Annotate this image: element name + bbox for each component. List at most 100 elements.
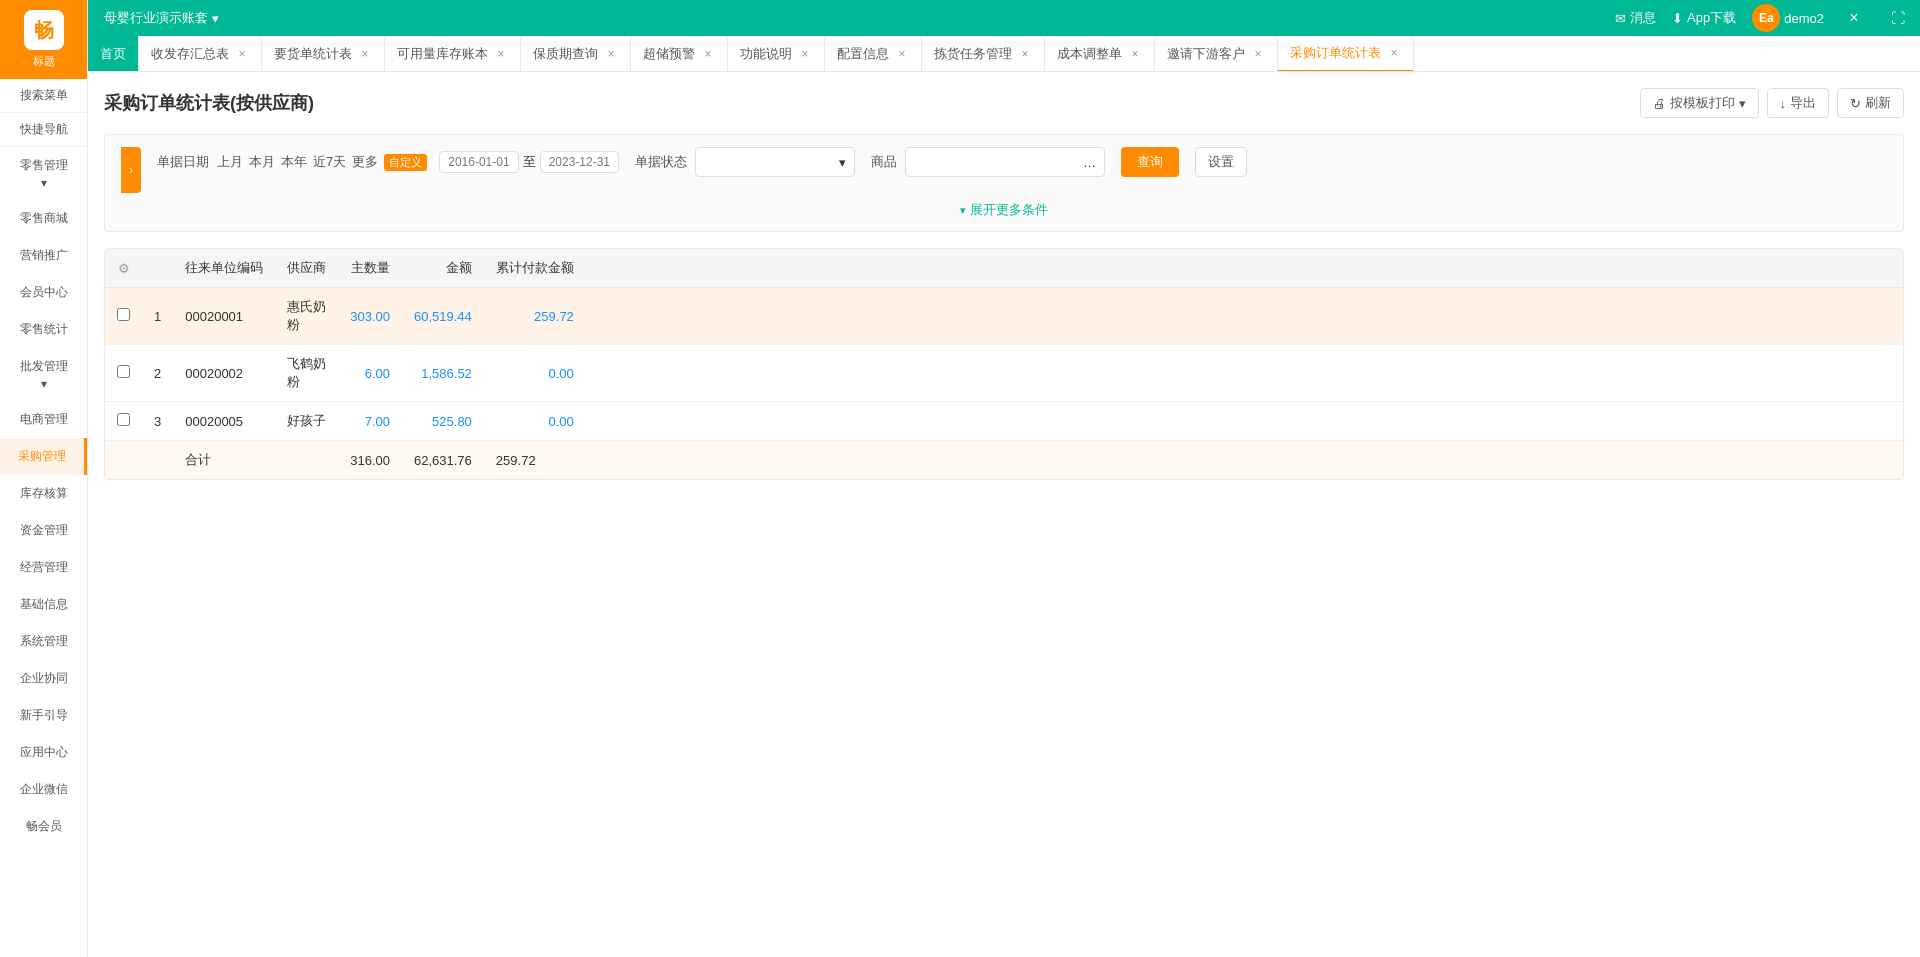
tab-close-icon[interactable]: ×	[494, 47, 508, 61]
sidebar-item-basic-info[interactable]: 基础信息	[0, 586, 87, 623]
row-empty	[586, 288, 1903, 345]
tab-close-icon[interactable]: ×	[895, 47, 909, 61]
row-paid-amount[interactable]: 0.00	[484, 402, 586, 441]
print-button[interactable]: 🖨 按模板打印 ▾	[1640, 88, 1759, 118]
sidebar-item-label: 畅会员	[26, 818, 62, 835]
refresh-icon: ↻	[1850, 96, 1861, 111]
row-supplier-name: 惠氏奶粉	[275, 288, 338, 345]
th-qty: 主数量	[338, 249, 402, 288]
gear-icon[interactable]: ⚙	[118, 261, 130, 276]
filter-area: › 单据日期 上月 本月 本年 近7天 更多	[104, 134, 1904, 232]
sidebar-item-app-center[interactable]: 应用中心	[0, 734, 87, 771]
sidebar-item-retail-stats[interactable]: 零售统计	[0, 311, 87, 348]
workspace-selector[interactable]: 母婴行业演示账套 ▾	[96, 5, 227, 31]
sidebar-item-enterprise-wechat[interactable]: 企业微信	[0, 771, 87, 808]
row-qty[interactable]: 303.00	[338, 288, 402, 345]
sidebar-item-system[interactable]: 系统管理	[0, 623, 87, 660]
expand-more-button[interactable]: ▾ 展开更多条件	[121, 201, 1887, 219]
quick-nav-item[interactable]: 快捷导航	[0, 113, 87, 147]
row-supplier-code: 00020005	[173, 402, 275, 441]
sidebar-item-purchase[interactable]: 采购管理	[0, 438, 87, 475]
date-from[interactable]: 2016-01-01	[439, 151, 518, 173]
more-icon: …	[1083, 155, 1096, 170]
tab-close-icon[interactable]: ×	[1128, 47, 1142, 61]
export-button[interactable]: ↓ 导出	[1767, 88, 1830, 118]
tab-invite-downstream[interactable]: 邀请下游客户 ×	[1155, 36, 1278, 72]
row-qty[interactable]: 6.00	[338, 345, 402, 402]
sidebar-item-member[interactable]: 会员中心	[0, 274, 87, 311]
shortcut-last-month[interactable]: 上月	[217, 153, 243, 171]
shortcut-last-7-days[interactable]: 近7天	[313, 153, 346, 171]
tab-close-icon[interactable]: ×	[358, 47, 372, 61]
refresh-button[interactable]: ↻ 刷新	[1837, 88, 1904, 118]
search-menu-item[interactable]: 搜索菜单	[0, 79, 87, 113]
row-qty[interactable]: 7.00	[338, 402, 402, 441]
sidebar-item-label: 零售管理	[20, 157, 68, 174]
tab-receive-summary[interactable]: 收发存汇总表 ×	[139, 36, 262, 72]
tab-close-icon[interactable]: ×	[701, 47, 715, 61]
tab-available-inventory[interactable]: 可用量库存账本 ×	[385, 36, 521, 72]
sidebar-item-enterprise[interactable]: 企业协同	[0, 660, 87, 697]
chevron-down-icon: ▾	[960, 204, 966, 217]
goods-input[interactable]: …	[905, 147, 1105, 177]
shortcut-this-year[interactable]: 本年	[281, 153, 307, 171]
tab-overstock-warning[interactable]: 超储预警 ×	[631, 36, 728, 72]
message-button[interactable]: ✉ 消息	[1615, 9, 1656, 27]
tab-close-icon[interactable]: ×	[1387, 46, 1401, 60]
sidebar-item-finance[interactable]: 资金管理	[0, 512, 87, 549]
tab-close-icon[interactable]: ×	[1018, 47, 1032, 61]
tab-picking-task[interactable]: 拣货任务管理 ×	[922, 36, 1045, 72]
sidebar-item-ecommerce[interactable]: 电商管理	[0, 401, 87, 438]
close-button[interactable]: ×	[1840, 4, 1868, 32]
sidebar-item-wholesale[interactable]: 批发管理 ▾	[0, 348, 87, 401]
date-label: 单据日期	[157, 153, 209, 171]
tab-label: 功能说明	[740, 45, 792, 63]
user-info[interactable]: Ea demo2	[1752, 4, 1824, 32]
sidebar-item-retail-store[interactable]: 零售商城	[0, 200, 87, 237]
tab-cost-adjust[interactable]: 成本调整单 ×	[1045, 36, 1155, 72]
tab-close-icon[interactable]: ×	[604, 47, 618, 61]
row-checkbox-input[interactable]	[117, 308, 130, 321]
shortcut-this-month[interactable]: 本月	[249, 153, 275, 171]
query-button[interactable]: 查询	[1121, 147, 1179, 177]
row-amount[interactable]: 525.80	[402, 402, 484, 441]
tab-close-icon[interactable]: ×	[1251, 47, 1265, 61]
sidebar-item-vip[interactable]: 畅会员	[0, 808, 87, 845]
row-supplier-code: 00020001	[173, 288, 275, 345]
sidebar-item-marketing[interactable]: 营销推广	[0, 237, 87, 274]
shortcut-more[interactable]: 更多	[352, 153, 378, 171]
sidebar-logo[interactable]: 畅 标题	[0, 0, 87, 79]
tab-close-icon[interactable]: ×	[235, 47, 249, 61]
footer-paid-amount: 259.72	[484, 441, 586, 480]
sidebar-item-operations[interactable]: 经营管理	[0, 549, 87, 586]
row-checkbox[interactable]	[105, 402, 142, 441]
sidebar-item-new-guide[interactable]: 新手引导	[0, 697, 87, 734]
tab-purchase-order-stats[interactable]: 采购订单统计表 ×	[1278, 36, 1414, 72]
tab-order-stats[interactable]: 要货单统计表 ×	[262, 36, 385, 72]
print-label: 按模板打印	[1670, 94, 1735, 112]
settings-button[interactable]: 设置	[1195, 147, 1247, 177]
th-gear[interactable]: ⚙	[105, 249, 142, 288]
row-amount[interactable]: 60,519.44	[402, 288, 484, 345]
tab-home[interactable]: 首页	[88, 36, 139, 72]
row-checkbox-input[interactable]	[117, 365, 130, 378]
tab-warranty-query[interactable]: 保质期查询 ×	[521, 36, 631, 72]
tab-close-icon[interactable]: ×	[798, 47, 812, 61]
sidebar-item-retail[interactable]: 零售管理 ▾	[0, 147, 87, 200]
expand-button[interactable]: ⛶	[1884, 4, 1912, 32]
row-checkbox-input[interactable]	[117, 413, 130, 426]
row-paid-amount[interactable]: 259.72	[484, 288, 586, 345]
workspace-name: 母婴行业演示账套	[104, 9, 208, 27]
footer-empty-end	[586, 441, 1903, 480]
row-amount[interactable]: 1,586.52	[402, 345, 484, 402]
sidebar-item-inventory[interactable]: 库存核算	[0, 475, 87, 512]
row-paid-amount[interactable]: 0.00	[484, 345, 586, 402]
app-download-button[interactable]: ⬇ App下载	[1672, 9, 1736, 27]
row-checkbox[interactable]	[105, 345, 142, 402]
status-select[interactable]: ▾	[695, 147, 855, 177]
date-to[interactable]: 2023-12-31	[540, 151, 619, 173]
tab-config-info[interactable]: 配置信息 ×	[825, 36, 922, 72]
row-checkbox[interactable]	[105, 288, 142, 345]
filter-toggle-button[interactable]: ›	[121, 147, 141, 193]
tab-feature-desc[interactable]: 功能说明 ×	[728, 36, 825, 72]
